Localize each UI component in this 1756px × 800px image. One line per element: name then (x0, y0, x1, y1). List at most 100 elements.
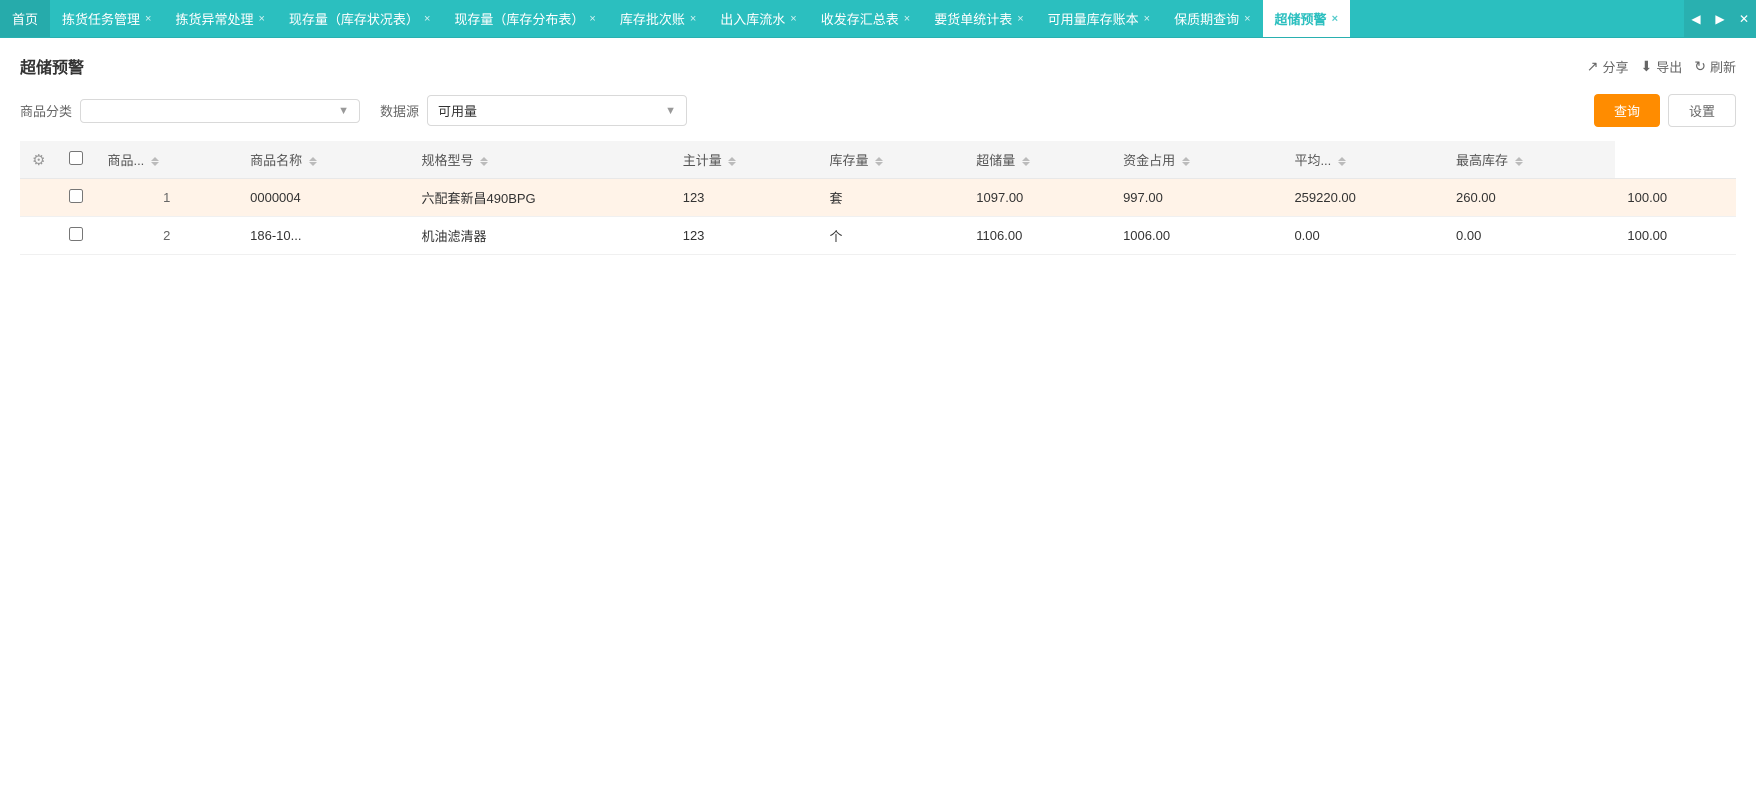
th-max-stock[interactable]: 最高库存 (1444, 141, 1615, 179)
row-checkbox-cell (57, 217, 95, 255)
page-content: 超储预警 ↗ 分享 ⬇ 导出 ↻ 刷新 商品分类 ▼ 数据源 (0, 38, 1756, 271)
nav-item-quality[interactable]: 保质期查询 × (1162, 0, 1262, 38)
sort-icon-over-stock (1022, 157, 1030, 166)
nav-close-quality[interactable]: × (1244, 13, 1250, 25)
row-avg: 0.00 (1444, 217, 1615, 255)
row-over-stock: 997.00 (1111, 179, 1282, 217)
nav-item-overstock[interactable]: 超储预警 × (1263, 0, 1350, 38)
nav-label-available-stock: 可用量库存账本 (1048, 9, 1139, 28)
nav-left-arrow[interactable]: ◀ (1684, 0, 1708, 38)
nav-item-available-stock[interactable]: 可用量库存账本 × (1036, 0, 1162, 38)
nav-item-order-stats[interactable]: 要货单统计表 × (922, 0, 1035, 38)
sort-icon-spec (480, 157, 488, 166)
row-spec: 123 (671, 179, 818, 217)
row-unit: 套 (818, 179, 965, 217)
nav-item-home[interactable]: 首页 (0, 0, 50, 38)
nav-item-task[interactable]: 拣货任务管理 × (50, 0, 163, 38)
page-header: 超储预警 ↗ 分享 ⬇ 导出 ↻ 刷新 (20, 54, 1736, 78)
data-table: ⚙ 商品... 商品名称 (20, 141, 1736, 255)
row-product-name: 机油滤清器 (410, 217, 671, 255)
filter-actions: 查询 设置 (1594, 94, 1736, 127)
datasource-value: 可用量 (438, 101, 477, 120)
nav-label-quality: 保质期查询 (1174, 9, 1239, 28)
nav-close-batch[interactable]: × (690, 13, 696, 25)
th-spec[interactable]: 规格型号 (410, 141, 671, 179)
row-unit: 个 (818, 217, 965, 255)
row-max-stock: 100.00 (1615, 179, 1736, 217)
th-over-stock-label: 超储量 (976, 153, 1015, 168)
query-button[interactable]: 查询 (1594, 94, 1660, 127)
nav-label-home: 首页 (12, 9, 38, 28)
export-button[interactable]: ⬇ 导出 (1641, 57, 1683, 76)
sort-icon-name (309, 157, 317, 166)
th-product-code[interactable]: 商品... (95, 141, 238, 179)
row-stock: 1097.00 (964, 179, 1111, 217)
datasource-select[interactable]: 可用量 ▼ (427, 95, 687, 126)
row-checkbox-cell (57, 179, 95, 217)
nav-close-stock-status[interactable]: × (424, 13, 430, 25)
row-spec: 123 (671, 217, 818, 255)
nav-close-summary[interactable]: × (904, 13, 910, 25)
nav-item-flow[interactable]: 出入库流水 × (708, 0, 808, 38)
nav-close-all-button[interactable]: ✕ (1732, 0, 1756, 38)
row-checkbox[interactable] (69, 189, 83, 203)
th-capital[interactable]: 资金占用 (1111, 141, 1282, 179)
sort-icon-stock (875, 157, 883, 166)
th-product-name[interactable]: 商品名称 (238, 141, 409, 179)
header-actions: ↗ 分享 ⬇ 导出 ↻ 刷新 (1587, 57, 1736, 76)
nav-close-stock-dist[interactable]: × (589, 13, 595, 25)
nav-item-stock-dist[interactable]: 现存量（库存分布表） × (442, 0, 607, 38)
row-checkbox[interactable] (69, 227, 83, 241)
row-capital: 0.00 (1282, 217, 1444, 255)
category-select[interactable]: ▼ (80, 99, 360, 123)
gear-icon[interactable]: ⚙ (32, 152, 45, 169)
row-settings-cell (20, 179, 57, 217)
row-stock: 1106.00 (964, 217, 1111, 255)
table-header-row: ⚙ 商品... 商品名称 (20, 141, 1736, 179)
nav-close-task[interactable]: × (145, 13, 151, 25)
settings-button[interactable]: 设置 (1668, 94, 1736, 127)
th-settings: ⚙ (20, 141, 57, 179)
nav-close-exception[interactable]: × (258, 13, 264, 25)
nav-item-batch[interactable]: 库存批次账 × (608, 0, 708, 38)
select-all-checkbox[interactable] (69, 151, 83, 165)
nav-label-order-stats: 要货单统计表 (934, 9, 1012, 28)
row-index-cell: 2 (95, 217, 238, 255)
chevron-down-icon: ▼ (338, 105, 349, 117)
th-spec-label: 规格型号 (422, 153, 474, 168)
row-capital: 259220.00 (1282, 179, 1444, 217)
th-stock-label: 库存量 (830, 153, 869, 168)
top-navigation: 首页 拣货任务管理 × 拣货异常处理 × 现存量（库存状况表） × 现存量（库存… (0, 0, 1756, 38)
row-product-code: 0000004 (238, 179, 409, 217)
nav-close-flow[interactable]: × (790, 13, 796, 25)
nav-close-overstock[interactable]: × (1332, 13, 1338, 25)
th-unit[interactable]: 主计量 (671, 141, 818, 179)
nav-item-summary[interactable]: 收发存汇总表 × (809, 0, 922, 38)
nav-right-arrow[interactable]: ▶ (1708, 0, 1732, 38)
nav-close-available-stock[interactable]: × (1144, 13, 1150, 25)
nav-label-stock-dist: 现存量（库存分布表） (454, 9, 584, 28)
share-label: 分享 (1602, 57, 1628, 76)
nav-item-exception[interactable]: 拣货异常处理 × (163, 0, 276, 38)
refresh-label: 刷新 (1710, 57, 1736, 76)
refresh-button[interactable]: ↻ 刷新 (1694, 57, 1736, 76)
sort-icon-unit (728, 157, 736, 166)
page-title: 超储预警 (20, 54, 84, 78)
datasource-label: 数据源 (380, 101, 419, 120)
nav-close-order-stats[interactable]: × (1017, 13, 1023, 25)
th-over-stock[interactable]: 超储量 (964, 141, 1111, 179)
nav-label-summary: 收发存汇总表 (821, 9, 899, 28)
share-button[interactable]: ↗ 分享 (1587, 57, 1629, 76)
th-product-code-label: 商品... (107, 153, 144, 168)
th-avg[interactable]: 平均... (1282, 141, 1444, 179)
th-stock[interactable]: 库存量 (818, 141, 965, 179)
row-over-stock: 1006.00 (1111, 217, 1282, 255)
category-label: 商品分类 (20, 101, 72, 120)
th-checkbox (57, 141, 95, 179)
row-settings-cell (20, 217, 57, 255)
row-product-code: 186-10... (238, 217, 409, 255)
th-avg-label: 平均... (1294, 153, 1331, 168)
export-label: 导出 (1656, 57, 1682, 76)
sort-icon-capital (1182, 157, 1190, 166)
nav-item-stock-status[interactable]: 现存量（库存状况表） × (277, 0, 442, 38)
